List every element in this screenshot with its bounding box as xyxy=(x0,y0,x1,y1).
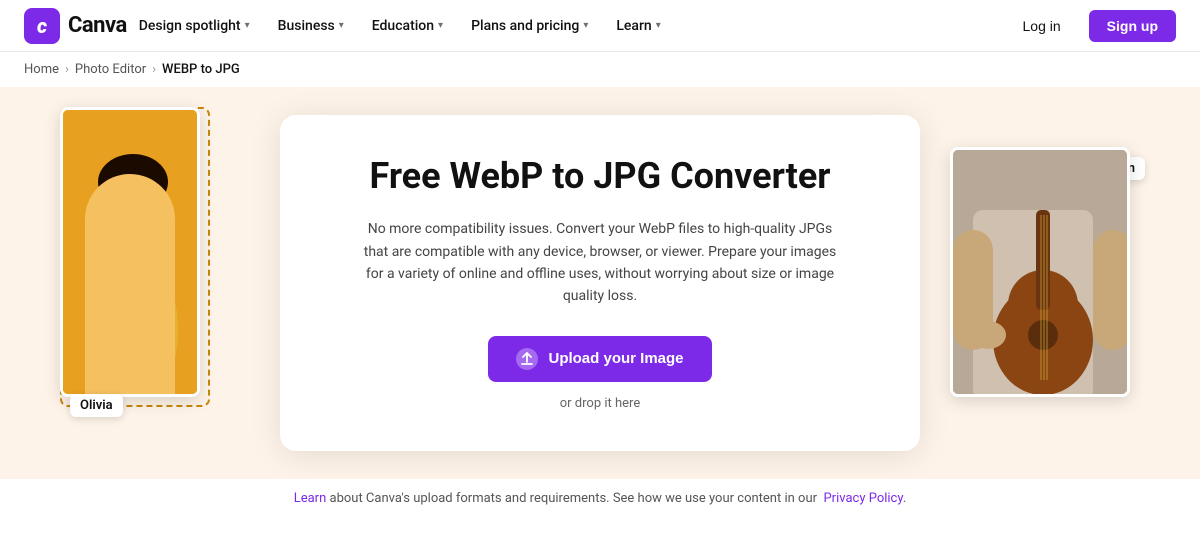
nav-link-label: Education xyxy=(372,18,434,34)
label-olivia: Olivia xyxy=(70,394,123,417)
nav-links: Design spotlight ▾ Business ▾ Education … xyxy=(127,12,1005,40)
nav-link-learn[interactable]: Learn ▾ xyxy=(604,12,672,40)
chevron-down-icon: ▾ xyxy=(438,20,443,31)
nav-link-label: Design spotlight xyxy=(139,18,241,34)
breadcrumb-home[interactable]: Home xyxy=(24,62,59,77)
photo-frame-right xyxy=(950,147,1130,397)
nav-link-label: Business xyxy=(278,18,335,34)
nav-link-plans-pricing[interactable]: Plans and pricing ▾ xyxy=(459,12,600,40)
nav-link-design-spotlight[interactable]: Design spotlight ▾ xyxy=(127,12,262,40)
nav-link-business[interactable]: Business ▾ xyxy=(266,12,356,40)
upload-arrow-icon xyxy=(520,352,534,366)
guitar-illustration xyxy=(953,150,1130,397)
logo-mark: c xyxy=(24,8,60,44)
nav-actions: Log in Sign up xyxy=(1005,10,1176,42)
woman-illustration xyxy=(63,110,200,397)
breadcrumb: Home › Photo Editor › WEBP to JPG xyxy=(0,52,1200,87)
hero-section: Olivia Free WebP to JPG Converter No mor… xyxy=(0,87,1200,479)
footer-note: Learn about Canva's upload formats and r… xyxy=(0,479,1200,518)
logo-text: Canva xyxy=(68,13,127,38)
footer-privacy-link[interactable]: Privacy Policy xyxy=(823,491,902,506)
chevron-down-icon: ▾ xyxy=(656,20,661,31)
upload-icon xyxy=(516,348,538,370)
upload-button-label: Upload your Image xyxy=(548,350,683,367)
footer-period: . xyxy=(903,491,906,506)
signup-button[interactable]: Sign up xyxy=(1089,10,1176,42)
chevron-down-icon: ▾ xyxy=(583,20,588,31)
breadcrumb-separator: › xyxy=(152,62,156,77)
hero-title: Free WebP to JPG Converter xyxy=(340,155,860,198)
navbar: c Canva Design spotlight ▾ Business ▾ Ed… xyxy=(0,0,1200,52)
footer-learn-link[interactable]: Learn xyxy=(294,491,327,506)
deco-right: Arman xyxy=(950,147,1150,447)
hero-description: No more compatibility issues. Convert yo… xyxy=(360,218,840,308)
converter-card: Free WebP to JPG Converter No more compa… xyxy=(280,115,920,451)
breadcrumb-current: WEBP to JPG xyxy=(162,62,240,77)
upload-button[interactable]: Upload your Image xyxy=(488,336,711,382)
nav-link-education[interactable]: Education ▾ xyxy=(360,12,455,40)
breadcrumb-separator: › xyxy=(65,62,69,77)
canva-logo[interactable]: c Canva xyxy=(24,8,127,44)
chevron-down-icon: ▾ xyxy=(339,20,344,31)
breadcrumb-photo-editor[interactable]: Photo Editor xyxy=(75,62,146,77)
nav-link-label: Plans and pricing xyxy=(471,18,579,34)
footer-text: about Canva's upload formats and require… xyxy=(330,491,818,506)
deco-left: Olivia xyxy=(60,107,235,447)
photo-frame-left xyxy=(60,107,200,397)
chevron-down-icon: ▾ xyxy=(245,20,250,31)
login-button[interactable]: Log in xyxy=(1005,10,1079,42)
drop-text: or drop it here xyxy=(340,396,860,411)
nav-link-label: Learn xyxy=(616,18,651,34)
